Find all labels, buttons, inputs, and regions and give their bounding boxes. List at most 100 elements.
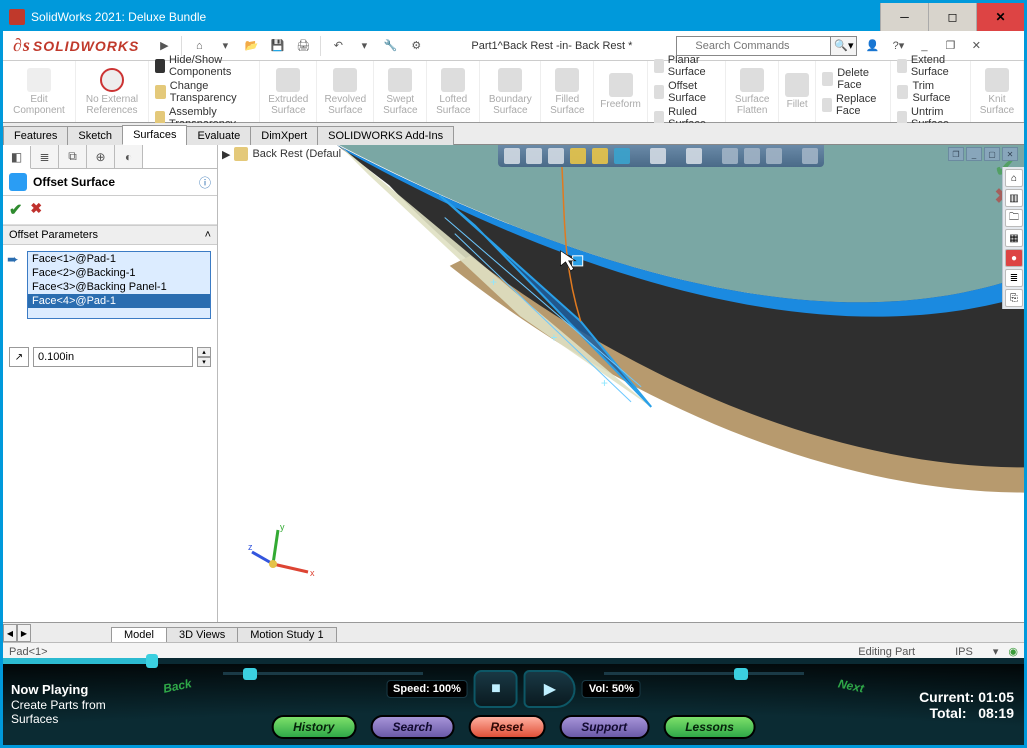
search-commands-input[interactable] (676, 36, 831, 56)
display-style-icon[interactable] (614, 148, 630, 164)
tab-model[interactable]: Model (111, 627, 167, 642)
spin-up[interactable]: ▴ (197, 347, 211, 357)
undo-icon[interactable]: ↶ (327, 35, 349, 57)
vp-close-icon[interactable]: ✕ (1002, 147, 1018, 161)
scroll-left-icon[interactable]: ◀ (3, 624, 17, 642)
options-icon[interactable]: ⚙ (405, 35, 427, 57)
knit-surface[interactable]: Knit Surface (971, 61, 1024, 122)
play-button[interactable]: ▶ (524, 670, 576, 708)
print-icon[interactable]: 🖨 (292, 35, 314, 57)
no-external-refs-group[interactable]: No External References (76, 61, 149, 122)
tab-motion-study[interactable]: Motion Study 1 (237, 627, 336, 642)
planar-surface[interactable]: Planar Surface (654, 54, 719, 78)
edit-appearance-icon[interactable] (686, 148, 702, 164)
view-palette-icon[interactable]: ▦ (1005, 229, 1023, 247)
delete-face[interactable]: Delete Face (822, 67, 884, 91)
view-orient-icon[interactable] (592, 148, 608, 164)
expand-icon[interactable]: ▶ (222, 148, 230, 161)
maximize-button[interactable]: ◻ (928, 3, 976, 31)
pm-help-icon[interactable]: ⓘ (199, 174, 211, 191)
boundary-surface[interactable]: Boundary Surface (480, 61, 541, 122)
zoom-area-icon[interactable] (526, 148, 542, 164)
vp-maximize-icon[interactable]: ▢ (984, 147, 1000, 161)
configuration-manager-tab[interactable]: ⧉ (59, 145, 87, 168)
search-button[interactable]: Search (370, 715, 454, 739)
apply-scene-icon[interactable] (722, 148, 738, 164)
offset-distance-input[interactable] (33, 347, 193, 367)
tab-features[interactable]: Features (3, 126, 68, 145)
tab-sketch[interactable]: Sketch (67, 126, 123, 145)
minimize-button[interactable]: ─ (880, 3, 928, 31)
change-transparency[interactable]: Change Transparency (155, 80, 253, 104)
replace-face[interactable]: Replace Face (822, 93, 884, 117)
search-icon[interactable]: 🔍▾ (831, 36, 857, 56)
face-selection-list[interactable]: Face<1>@Pad-1 Face<2>@Backing-1 Face<3>@… (27, 251, 211, 319)
tab-surfaces[interactable]: Surfaces (122, 125, 187, 145)
surface-flatten[interactable]: Surface Flatten (726, 61, 779, 122)
tab-3d-views[interactable]: 3D Views (166, 627, 238, 642)
support-button[interactable]: Support (559, 715, 649, 739)
face-item-selected[interactable]: Face<4>@Pad-1 (28, 294, 210, 308)
save-icon[interactable]: 💾 (266, 35, 288, 57)
face-item[interactable]: Face<3>@Backing Panel-1 (28, 280, 210, 294)
fillet[interactable]: Fillet (779, 61, 816, 122)
display-manager-tab[interactable]: ◐ (115, 145, 143, 168)
face-item[interactable]: Face<1>@Pad-1 (28, 252, 210, 266)
hide-show-components[interactable]: Hide/Show Components (155, 54, 253, 78)
previous-view-icon[interactable] (548, 148, 564, 164)
tab-addins[interactable]: SOLIDWORKS Add-Ins (317, 126, 454, 145)
pm-ok-button[interactable]: ✔ (9, 200, 22, 220)
offset-surface[interactable]: Offset Surface (654, 80, 719, 104)
spin-down[interactable]: ▾ (197, 357, 211, 367)
trim-surface[interactable]: Trim Surface (897, 80, 964, 104)
breadcrumb[interactable]: ▶ Back Rest (Defaul (222, 147, 341, 161)
property-manager-tab[interactable]: ≣ (31, 145, 59, 168)
design-library-icon[interactable]: ▥ (1005, 189, 1023, 207)
close-button[interactable]: ✕ (976, 3, 1024, 31)
forum-icon[interactable]: ⎘ (1005, 289, 1023, 307)
next-button[interactable]: Next (837, 676, 865, 695)
edit-component-group[interactable]: Edit Component (3, 61, 76, 122)
3d-viewport[interactable]: ▶ Back Rest (Defaul (218, 145, 1024, 622)
stop-button[interactable]: ■ (474, 670, 518, 708)
offset-parameters-section[interactable]: Offset Parameters ˄ (3, 225, 217, 245)
file-explorer-icon[interactable]: 🗀 (1005, 209, 1023, 227)
vp-restore-icon[interactable]: ❐ (948, 147, 964, 161)
status-flag-icon[interactable]: ◉ (1008, 645, 1018, 658)
vp-minimize-icon[interactable]: _ (966, 147, 982, 161)
select-icon[interactable]: ▾ (353, 35, 375, 57)
lofted-surface[interactable]: Lofted Surface (427, 61, 480, 122)
filled-surface[interactable]: Filled Surface (541, 61, 594, 122)
scroll-right-icon[interactable]: ▶ (17, 624, 31, 642)
freeform[interactable]: Freeform (594, 61, 648, 122)
appearances-icon[interactable]: ● (1005, 249, 1023, 267)
revolved-surface[interactable]: Revolved Surface (317, 61, 374, 122)
history-button[interactable]: History (271, 715, 356, 739)
dimxpert-manager-tab[interactable]: ⊕ (87, 145, 115, 168)
lofted-surface-icon (441, 68, 465, 92)
swept-surface[interactable]: Swept Surface (374, 61, 427, 122)
render-tools-icon[interactable] (766, 148, 782, 164)
spinbox[interactable]: ▴▾ (197, 347, 211, 367)
close-doc-icon[interactable]: ✕ (965, 35, 987, 57)
status-menu-icon[interactable]: ▾ (993, 645, 999, 658)
reset-button[interactable]: Reset (469, 715, 546, 739)
face-item[interactable]: Face<2>@Backing-1 (28, 266, 210, 280)
section-view-icon[interactable] (570, 148, 586, 164)
lessons-button[interactable]: Lessons (663, 715, 756, 739)
home-icon[interactable]: ⌂ (1005, 169, 1023, 187)
zoom-fit-icon[interactable] (504, 148, 520, 164)
screen-capture-icon[interactable] (802, 148, 818, 164)
custom-props-icon[interactable]: ≣ (1005, 269, 1023, 287)
tab-evaluate[interactable]: Evaluate (186, 126, 251, 145)
feature-manager-tab[interactable]: ◧ (3, 146, 31, 169)
extend-surface[interactable]: Extend Surface (897, 54, 964, 78)
extruded-surface[interactable]: Extruded Surface (260, 61, 317, 122)
tab-dimxpert[interactable]: DimXpert (250, 126, 318, 145)
rebuild-icon[interactable]: 🔧 (379, 35, 401, 57)
user-icon[interactable]: 👤 (861, 35, 883, 57)
pm-cancel-button[interactable]: ✖ (30, 200, 42, 220)
view-settings-icon[interactable] (744, 148, 760, 164)
hide-show-icon[interactable] (650, 148, 666, 164)
back-button[interactable]: Back (162, 676, 193, 696)
